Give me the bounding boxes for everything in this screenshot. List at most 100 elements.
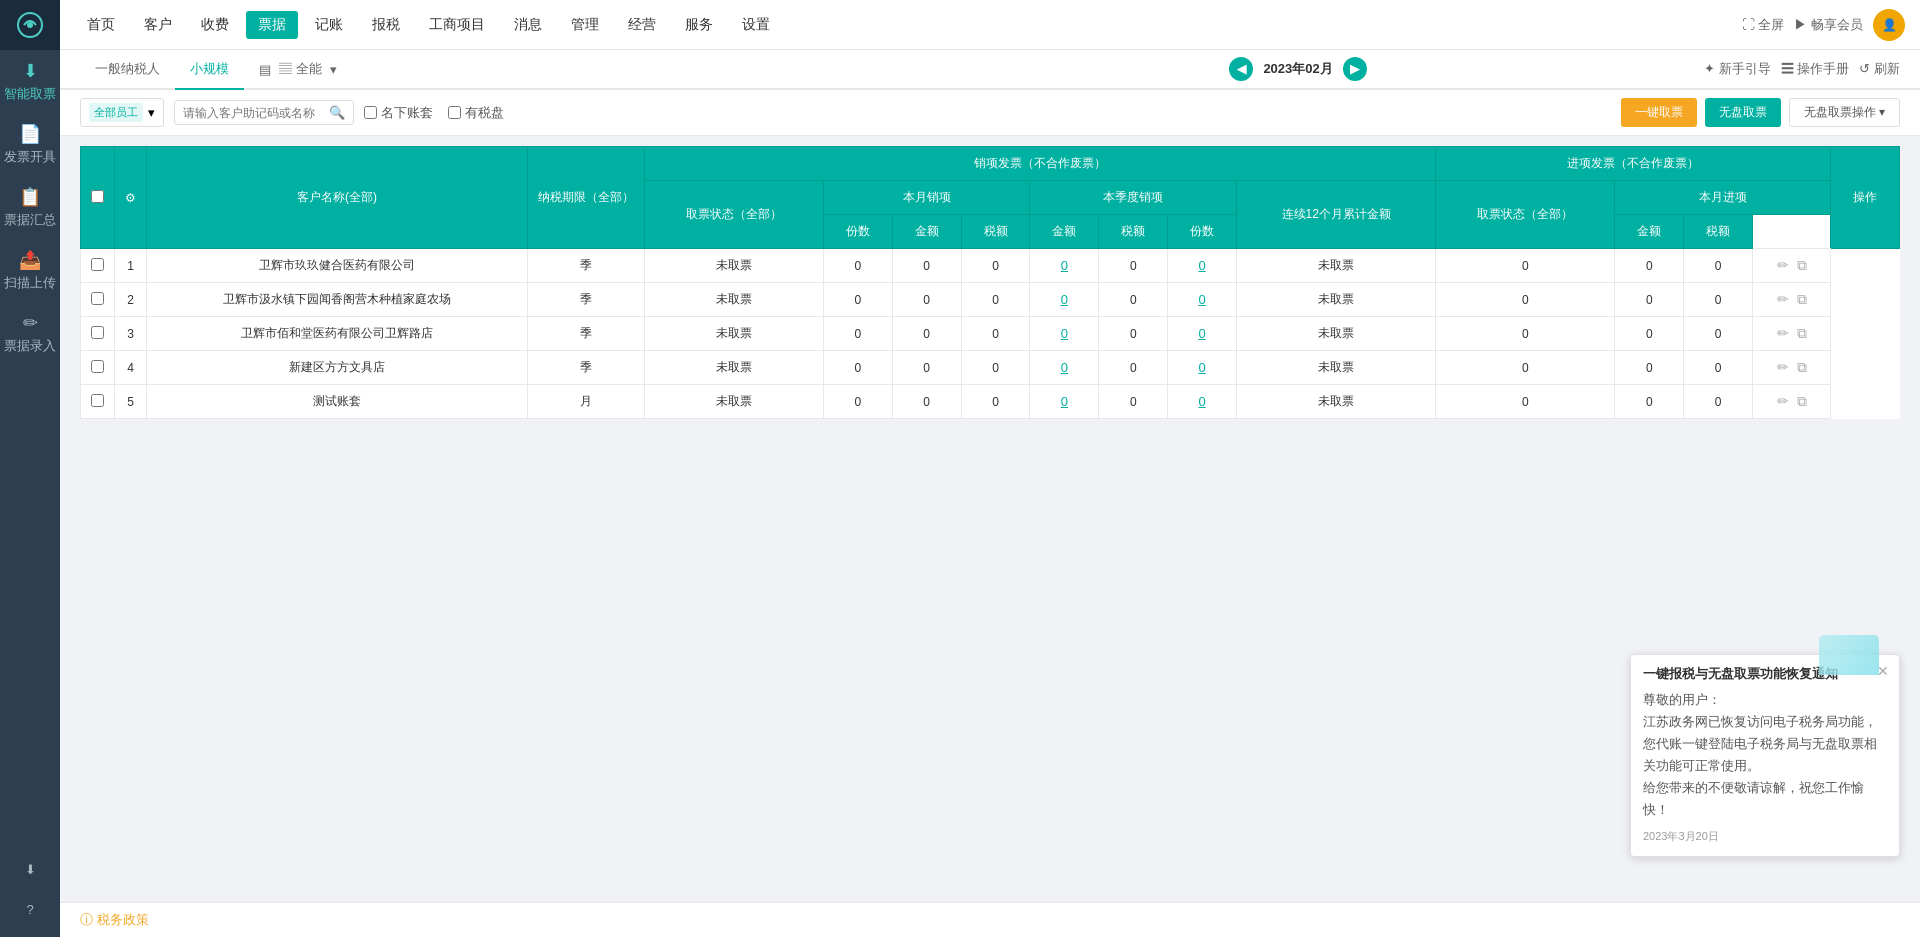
tab-general-taxpayer[interactable]: 一般纳税人: [80, 50, 175, 90]
nav-settings[interactable]: 设置: [730, 11, 782, 39]
select-all-checkbox[interactable]: [91, 190, 104, 203]
refresh-button[interactable]: ↺ 刷新: [1859, 60, 1900, 78]
row-sales-status: 未取票: [644, 317, 823, 351]
edit-icon[interactable]: ✏: [1777, 325, 1789, 342]
th-pm-tax: 税额: [1684, 215, 1753, 249]
sidebar-item-label: 票据汇总: [4, 211, 56, 229]
row-sales-quarter-tax: 0: [1099, 385, 1168, 419]
row-sales-month-amount: 0: [892, 351, 961, 385]
invoice-table: ⚙ 客户名称(全部) 纳税期限（全部） 销项发票（不合作废票） 进项发票（不合作…: [80, 146, 1900, 419]
sidebar-item-help[interactable]: ?: [0, 892, 60, 927]
row-checkbox[interactable]: [91, 394, 104, 407]
row-checkbox-cell: [81, 249, 115, 283]
nav-accounting[interactable]: 记账: [303, 11, 355, 39]
member-button[interactable]: ▶ 畅享会员: [1794, 16, 1863, 34]
manual-button[interactable]: ☰ 操作手册: [1781, 60, 1850, 78]
one-click-fetch-button[interactable]: 一键取票: [1621, 98, 1697, 127]
row-purchase-status: 未取票: [1236, 351, 1435, 385]
row-sales-month-tax: 0: [961, 317, 1030, 351]
detail-icon[interactable]: ⧉: [1797, 359, 1807, 376]
row-customer-name: 卫辉市佰和堂医药有限公司卫辉路店: [147, 317, 528, 351]
new-guide-button[interactable]: ✦ 新手引导: [1704, 60, 1771, 78]
tab-small-scale[interactable]: 小规模: [175, 50, 244, 90]
detail-icon[interactable]: ⧉: [1797, 291, 1807, 308]
th-this-month-purchase: 本月进项: [1615, 181, 1831, 215]
nav-invoice[interactable]: 票据: [246, 11, 298, 39]
notification-body: 尊敬的用户： 江苏政务网已恢复访问电子税务局功能，您代账一键登陆电子税务局与无盘…: [1643, 689, 1887, 846]
edit-icon[interactable]: ✏: [1777, 257, 1789, 274]
sidebar-item-scan-upload[interactable]: 📤 扫描上传: [0, 239, 60, 302]
nav-service[interactable]: 服务: [673, 11, 725, 39]
issue-invoice-icon: 📄: [19, 123, 41, 145]
row-purchase-month-tax: 0: [1684, 351, 1753, 385]
sidebar-bottom: ⬇ ?: [0, 852, 60, 937]
row-purchase-month-amount: 0: [1615, 351, 1684, 385]
edit-icon[interactable]: ✏: [1777, 393, 1789, 410]
row-sales-month-amount: 0: [892, 317, 961, 351]
row-number: 5: [115, 385, 147, 419]
detail-icon[interactable]: ⧉: [1797, 325, 1807, 342]
tab-all[interactable]: ▤ ▤ 全能 ▾: [244, 50, 352, 90]
employee-selector[interactable]: 全部员工 ▾: [80, 98, 164, 127]
edit-icon[interactable]: ✏: [1777, 291, 1789, 308]
row-sales-month-tax: 0: [961, 351, 1030, 385]
row-purchase-status: 未取票: [1236, 283, 1435, 317]
row-checkbox[interactable]: [91, 360, 104, 373]
row-checkbox[interactable]: [91, 258, 104, 271]
detail-icon[interactable]: ⧉: [1797, 393, 1807, 410]
sub-account-checkbox[interactable]: 名下账套: [364, 104, 433, 122]
table-row: 1 卫辉市玖玖健合医药有限公司 季 未取票 0 0 0 0 0 0 未取票 0 …: [81, 249, 1900, 283]
no-disk-fetch-button[interactable]: 无盘取票: [1705, 98, 1781, 127]
row-purchase-status: 未取票: [1236, 317, 1435, 351]
user-avatar[interactable]: 👤: [1873, 9, 1905, 41]
fullscreen-button[interactable]: ⛶ 全屏: [1742, 16, 1785, 34]
row-sales-month-amount: 0: [892, 283, 961, 317]
nav-message[interactable]: 消息: [502, 11, 554, 39]
th-customer-name: 客户名称(全部): [147, 147, 528, 249]
sidebar-item-download[interactable]: ⬇: [0, 852, 60, 887]
toolbar: 全部员工 ▾ 🔍 名下账套 有税盘 一键取票 无盘取票 无盘: [60, 90, 1920, 136]
th-sm-count: 份数: [823, 215, 892, 249]
row-customer-name: 卫辉市玖玖健合医药有限公司: [147, 249, 528, 283]
period-prev-button[interactable]: ◀: [1229, 57, 1253, 81]
no-disk-operations-button[interactable]: 无盘取票操作 ▾: [1789, 98, 1900, 127]
sub-account-check[interactable]: [364, 106, 377, 119]
table-row: 4 新建区方方文具店 季 未取票 0 0 0 0 0 0 未取票 0 0 0 ✏…: [81, 351, 1900, 385]
has-tax-checkbox[interactable]: 有税盘: [448, 104, 504, 122]
row-checkbox-cell: [81, 351, 115, 385]
period-next-button[interactable]: ▶: [1343, 57, 1367, 81]
sidebar-item-data-entry[interactable]: ✏ 票据录入: [0, 302, 60, 365]
row-purchase-month-tax: 0: [1684, 317, 1753, 351]
row-purchase-month-count: 0: [1436, 351, 1615, 385]
sidebar-item-invoice-summary[interactable]: 📋 票据汇总: [0, 176, 60, 239]
edit-icon[interactable]: ✏: [1777, 359, 1789, 376]
sidebar-item-issue-invoice[interactable]: 📄 发票开具: [0, 113, 60, 176]
row-checkbox[interactable]: [91, 326, 104, 339]
tax-policy-label[interactable]: 税务政策: [97, 911, 149, 929]
row-purchase-status: 未取票: [1236, 385, 1435, 419]
row-checkbox[interactable]: [91, 292, 104, 305]
chevron-down-icon: ▾: [330, 62, 337, 77]
detail-icon[interactable]: ⧉: [1797, 257, 1807, 274]
has-tax-check[interactable]: [448, 106, 461, 119]
th-checkbox: [81, 147, 115, 249]
search-input[interactable]: [183, 106, 324, 120]
row-tax-period: 季: [527, 351, 644, 385]
invoice-summary-icon: 📋: [19, 186, 41, 208]
row-purchase-month-amount: 0: [1615, 385, 1684, 419]
search-icon[interactable]: 🔍: [329, 105, 345, 120]
nav-operation[interactable]: 经营: [616, 11, 668, 39]
nav-tax[interactable]: 报税: [360, 11, 412, 39]
nav-management[interactable]: 管理: [559, 11, 611, 39]
nav-customer[interactable]: 客户: [132, 11, 184, 39]
row-number: 1: [115, 249, 147, 283]
row-sales-month-count: 0: [823, 249, 892, 283]
table-row: 3 卫辉市佰和堂医药有限公司卫辉路店 季 未取票 0 0 0 0 0 0 未取票…: [81, 317, 1900, 351]
nav-home[interactable]: 首页: [75, 11, 127, 39]
nav-billing[interactable]: 收费: [189, 11, 241, 39]
nav-business[interactable]: 工商项目: [417, 11, 497, 39]
sidebar-item-smart-fetch[interactable]: ⬇ 智能取票: [0, 50, 60, 113]
row-sales-status: 未取票: [644, 249, 823, 283]
notification-close-button[interactable]: ✕: [1877, 663, 1889, 679]
row-tax-period: 季: [527, 249, 644, 283]
